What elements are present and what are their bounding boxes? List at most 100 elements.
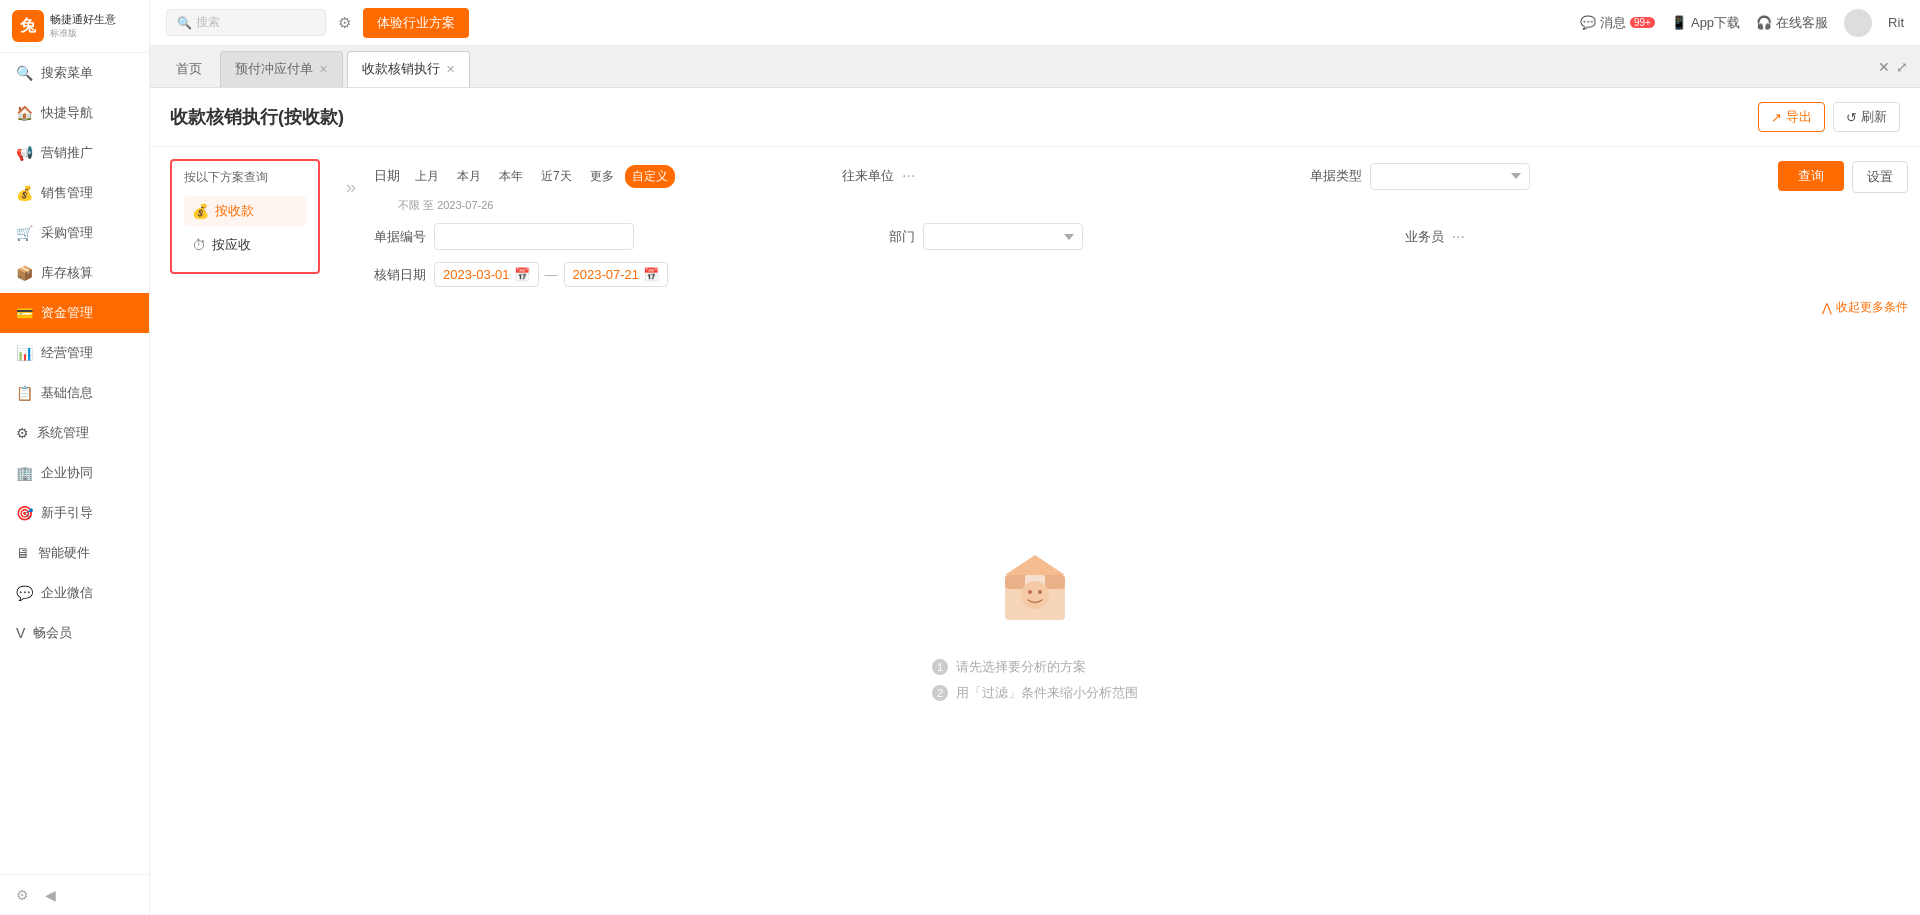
filter-row-1: 日期 上月 本月 本年 近7天 更多 自定义 往来单位 ··· <box>374 159 1908 193</box>
counterpart-dots: ··· <box>902 167 915 185</box>
tab-receipt-verify-close[interactable]: ✕ <box>446 63 455 76</box>
svg-point-5 <box>1028 590 1032 594</box>
date-separator: — <box>545 267 558 282</box>
refresh-button[interactable]: ↺ 刷新 <box>1833 102 1900 132</box>
sidebar-item-search[interactable]: 🔍 搜索菜单 <box>0 53 149 93</box>
tabbar-actions: ✕ ⤢ <box>1878 59 1908 75</box>
sidebar-item-system[interactable]: ⚙ 系统管理 <box>0 413 149 453</box>
content-area: 收款核销执行(按收款) ↗ 导出 ↺ 刷新 按以下方案查询 💰 <box>150 88 1920 915</box>
sidebar-item-inventory[interactable]: 📦 库存核算 <box>0 253 149 293</box>
filter-more-row: ⋀ 收起更多条件 <box>374 299 1908 326</box>
sidebar-bottom: ⚙ ◀ <box>0 874 149 915</box>
counterpart-field: 往来单位 ··· <box>842 167 1298 185</box>
option-label: 按收款 <box>215 202 254 220</box>
hint-item-2: 2 用「过滤」条件来缩小分析范围 <box>932 680 1138 706</box>
topbar-right: 💬 消息 99+ 📱 App下载 🎧 在线客服 Rit <box>1580 9 1904 37</box>
hint-text-1: 请先选择要分析的方案 <box>956 654 1086 680</box>
date-buttons: 上月 本月 本年 近7天 更多 自定义 <box>408 165 675 188</box>
export-button[interactable]: ↗ 导出 <box>1758 102 1825 132</box>
logo-icon: 兔 <box>12 10 44 42</box>
sidebar: 兔 畅捷通好生意 标准版 🔍 搜索菜单 🏠 快捷导航 📢 营销推广 💰 销售管理… <box>0 0 150 915</box>
sales-icon: 💰 <box>16 185 33 201</box>
collapse-sidebar-icon[interactable]: ◀ <box>45 887 56 903</box>
solution-button[interactable]: 体验行业方案 <box>363 8 469 38</box>
verify-date-end[interactable]: 2023-07-21 📅 <box>564 262 669 287</box>
collapse-more-button[interactable]: ⋀ 收起更多条件 <box>1822 299 1908 316</box>
date-btn-7days[interactable]: 近7天 <box>534 165 579 188</box>
sidebar-item-label: 采购管理 <box>41 224 93 242</box>
date-field: 日期 上月 本月 本年 近7天 更多 自定义 <box>374 165 830 188</box>
gear-icon[interactable]: ⚙ <box>338 14 351 32</box>
date-label: 日期 <box>374 167 400 185</box>
app-logo: 兔 畅捷通好生意 标准版 <box>0 0 149 53</box>
tab-home[interactable]: 首页 <box>162 52 216 87</box>
app-badge: 标准版 <box>50 27 116 40</box>
sidebar-item-hardware[interactable]: 🖥 智能硬件 <box>0 533 149 573</box>
staff-field: 业务员 ··· <box>1405 228 1908 246</box>
bill-no-field: 单据编号 <box>374 223 877 250</box>
sidebar-item-basic[interactable]: 📋 基础信息 <box>0 373 149 413</box>
sidebar-item-quick-nav[interactable]: 🏠 快捷导航 <box>0 93 149 133</box>
date-btn-custom[interactable]: 自定义 <box>625 165 675 188</box>
sidebar-item-label: 企业协同 <box>41 464 93 482</box>
expand-tab-button[interactable]: ⤢ <box>1896 59 1908 75</box>
sidebar-item-member[interactable]: V 畅会员 <box>0 613 149 653</box>
filter-row-3: 核销日期 2023-03-01 📅 — 2023-07-21 📅 <box>374 262 1908 287</box>
online-service-button[interactable]: 🎧 在线客服 <box>1756 14 1828 32</box>
filter-collapse-button[interactable]: » <box>340 177 362 198</box>
bill-type-label: 单据类型 <box>1310 167 1362 185</box>
basic-icon: 📋 <box>16 385 33 401</box>
tab-prepay-label: 预付冲应付单 <box>235 60 313 78</box>
tab-prepay[interactable]: 预付冲应付单 ✕ <box>220 51 343 87</box>
sidebar-item-operation[interactable]: 📊 经营管理 <box>0 333 149 373</box>
sidebar-item-wechat[interactable]: 💬 企业微信 <box>0 573 149 613</box>
receivable-icon: ⏱ <box>192 237 206 253</box>
avatar[interactable] <box>1844 9 1872 37</box>
calendar-end-icon: 📅 <box>643 267 659 282</box>
filter-actions: 查询 设置 <box>1778 159 1908 193</box>
tab-receipt-verify[interactable]: 收款核销执行 ✕ <box>347 51 470 87</box>
tabbar: 首页 预付冲应付单 ✕ 收款核销执行 ✕ ✕ ⤢ <box>150 46 1920 88</box>
sidebar-item-guide[interactable]: 🎯 新手引导 <box>0 493 149 533</box>
topbar-search[interactable]: 🔍 搜索 <box>166 9 326 36</box>
bill-no-input[interactable] <box>434 223 634 250</box>
date-btn-this-year[interactable]: 本年 <box>492 165 530 188</box>
empty-hints: 1 请先选择要分析的方案 2 用「过滤」条件来缩小分析范围 <box>932 654 1138 706</box>
sidebar-item-purchase[interactable]: 🛒 采购管理 <box>0 213 149 253</box>
sidebar-item-label: 基础信息 <box>41 384 93 402</box>
sidebar-item-label: 资金管理 <box>41 304 93 322</box>
guide-icon: 🎯 <box>16 505 33 521</box>
filter-row-2: 单据编号 部门 业务员 ··· <box>374 223 1908 250</box>
date-btn-more[interactable]: 更多 <box>583 165 621 188</box>
sidebar-item-sales[interactable]: 💰 销售管理 <box>0 173 149 213</box>
date-btn-last-month[interactable]: 上月 <box>408 165 446 188</box>
settings-bottom-icon[interactable]: ⚙ <box>16 887 29 903</box>
page-title: 收款核销执行(按收款) <box>170 105 344 143</box>
sidebar-item-enterprise[interactable]: 🏢 企业协同 <box>0 453 149 493</box>
svg-point-4 <box>1021 581 1049 609</box>
date-btn-this-month[interactable]: 本月 <box>450 165 488 188</box>
query-button[interactable]: 查询 <box>1778 161 1844 191</box>
sidebar-item-finance[interactable]: 💳 资金管理 <box>0 293 149 333</box>
dept-select[interactable] <box>923 223 1083 250</box>
empty-svg <box>975 535 1095 635</box>
close-tab-button[interactable]: ✕ <box>1878 59 1890 75</box>
verify-date-start[interactable]: 2023-03-01 📅 <box>434 262 539 287</box>
filter-option-by-receivable[interactable]: ⏱ 按应收 <box>184 230 306 260</box>
filter-option-by-receipt[interactable]: 💰 按收款 <box>184 196 306 226</box>
message-button[interactable]: 💬 消息 99+ <box>1580 14 1655 32</box>
verify-end-value: 2023-07-21 <box>573 267 640 282</box>
page-header-actions: ↗ 导出 ↺ 刷新 <box>1758 102 1900 146</box>
settings-button[interactable]: 设置 <box>1852 161 1908 193</box>
hint-num-1: 1 <box>932 659 948 675</box>
bill-type-select[interactable] <box>1370 163 1530 190</box>
app-download-button[interactable]: 📱 App下载 <box>1671 14 1740 32</box>
verify-date-field: 核销日期 2023-03-01 📅 — 2023-07-21 📅 <box>374 262 1908 287</box>
counterpart-label: 往来单位 <box>842 167 894 185</box>
enterprise-icon: 🏢 <box>16 465 33 481</box>
sidebar-item-marketing[interactable]: 📢 营销推广 <box>0 133 149 173</box>
verify-date-range: 2023-03-01 📅 — 2023-07-21 📅 <box>434 262 668 287</box>
verify-start-value: 2023-03-01 <box>443 267 510 282</box>
bill-no-label: 单据编号 <box>374 228 426 246</box>
tab-prepay-close[interactable]: ✕ <box>319 63 328 76</box>
